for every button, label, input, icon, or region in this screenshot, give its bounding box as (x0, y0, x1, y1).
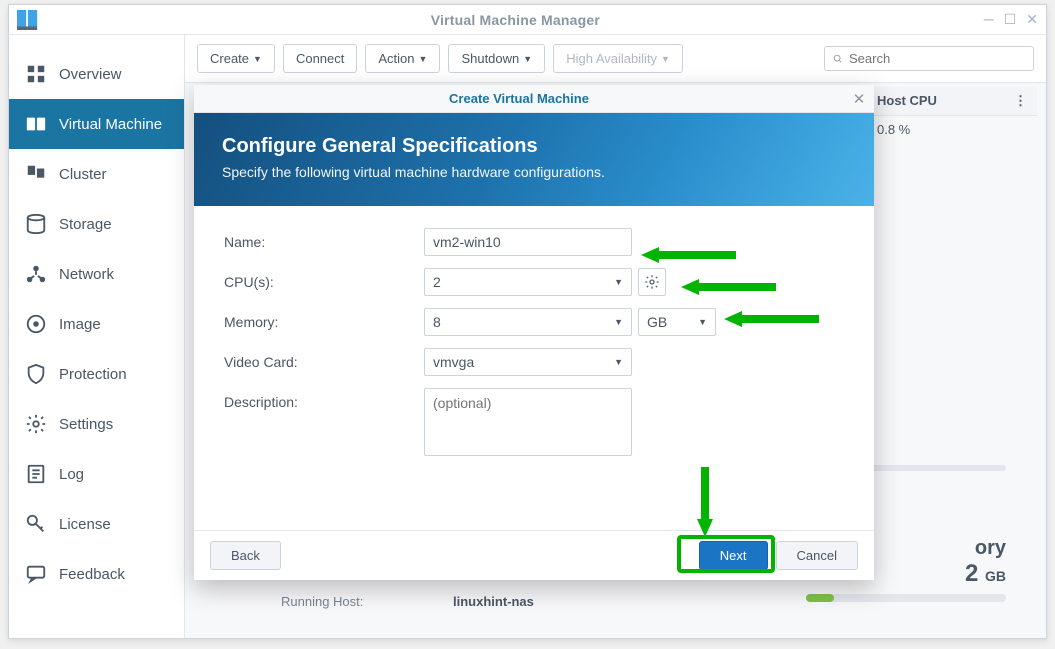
vm-icon (25, 113, 47, 135)
create-button[interactable]: Create▼ (197, 44, 275, 73)
sidebar-item-network[interactable]: Network (9, 249, 184, 299)
video-card-label: Video Card: (224, 348, 424, 370)
dashboard-icon (25, 63, 47, 85)
chevron-down-icon: ▼ (614, 357, 623, 367)
gear-icon (25, 413, 47, 435)
sidebar-item-image[interactable]: Image (9, 299, 184, 349)
memory-value: 2 (965, 560, 978, 587)
cpu-settings-button[interactable] (638, 268, 666, 296)
action-button[interactable]: Action▼ (365, 44, 440, 73)
sidebar-item-label: Log (59, 466, 84, 483)
back-button[interactable]: Back (210, 541, 281, 570)
chevron-down-icon: ▼ (614, 277, 623, 287)
video-card-select[interactable]: vmvga▼ (424, 348, 632, 376)
shield-icon (25, 363, 47, 385)
app-icon (17, 10, 39, 30)
gear-icon (644, 274, 660, 290)
log-icon (25, 463, 47, 485)
column-header-host-cpu: Host CPU (877, 93, 937, 109)
toolbar: Create▼ Connect Action▼ Shutdown▼ High A… (185, 35, 1046, 83)
create-vm-modal: Create Virtual Machine ✕ Configure Gener… (194, 85, 874, 580)
connect-button[interactable]: Connect (283, 44, 357, 73)
sidebar-item-overview[interactable]: Overview (9, 49, 184, 99)
memory-label: Memory: (224, 308, 424, 330)
memory-usage-bar (806, 594, 1006, 602)
sidebar-item-cluster[interactable]: Cluster (9, 149, 184, 199)
high-availability-button[interactable]: High Availability▼ (553, 44, 683, 73)
sidebar-item-label: Virtual Machine (59, 116, 162, 133)
name-label: Name: (224, 228, 424, 250)
modal-heading: Configure General Specifications (222, 135, 846, 158)
sidebar-item-label: License (59, 516, 111, 533)
sidebar-item-label: Overview (59, 66, 122, 83)
sidebar-item-license[interactable]: License (9, 499, 184, 549)
search-icon (833, 52, 843, 66)
memory-unit: GB (985, 568, 1006, 584)
cancel-button[interactable]: Cancel (776, 541, 858, 570)
sidebar-item-log[interactable]: Log (9, 449, 184, 499)
cluster-icon (25, 163, 47, 185)
chevron-down-icon: ▼ (523, 54, 532, 64)
window-close-button[interactable]: ✕ (1026, 11, 1038, 28)
sidebar-item-virtual-machine[interactable]: Virtual Machine (9, 99, 184, 149)
window-title: Virtual Machine Manager (47, 12, 984, 28)
titlebar: Virtual Machine Manager ─ ☐ ✕ (9, 5, 1046, 35)
chevron-down-icon: ▼ (661, 54, 670, 64)
shutdown-button[interactable]: Shutdown▼ (448, 44, 545, 73)
sidebar-item-label: Protection (59, 366, 127, 383)
modal-close-button[interactable]: ✕ (844, 90, 874, 108)
search-input[interactable] (849, 51, 1025, 66)
key-icon (25, 513, 47, 535)
image-icon (25, 313, 47, 335)
modal-footer: Back Next Cancel (194, 530, 874, 580)
storage-icon (25, 213, 47, 235)
sidebar-item-label: Storage (59, 216, 112, 233)
sidebar-item-label: Settings (59, 416, 113, 433)
modal-banner: Configure General Specifications Specify… (194, 113, 874, 206)
sidebar: Overview Virtual Machine Cluster Storage… (9, 35, 185, 638)
chevron-down-icon: ▼ (698, 317, 707, 327)
sidebar-item-label: Feedback (59, 566, 125, 583)
description-textarea[interactable] (424, 388, 632, 456)
cpu-select[interactable]: 2▼ (424, 268, 632, 296)
sidebar-item-label: Image (59, 316, 101, 333)
chevron-down-icon: ▼ (614, 317, 623, 327)
modal-body: Name: CPU(s): 2▼ Memory: 8▼ GB▼ Video Ca… (194, 206, 874, 530)
memory-unit-select[interactable]: GB▼ (638, 308, 716, 336)
sidebar-item-label: Network (59, 266, 114, 283)
sidebar-item-storage[interactable]: Storage (9, 199, 184, 249)
name-input[interactable] (424, 228, 632, 256)
host-cpu-value: 0.8 % (867, 116, 1037, 143)
feedback-icon (25, 563, 47, 585)
modal-titlebar: Create Virtual Machine ✕ (194, 85, 874, 113)
search-box[interactable] (824, 46, 1034, 71)
window-maximize-button[interactable]: ☐ (1004, 11, 1017, 28)
sidebar-item-feedback[interactable]: Feedback (9, 549, 184, 599)
next-button[interactable]: Next (699, 541, 768, 570)
description-label: Description: (224, 388, 424, 410)
chevron-down-icon: ▼ (419, 54, 428, 64)
modal-subheading: Specify the following virtual machine ha… (222, 164, 846, 180)
app-window: Virtual Machine Manager ─ ☐ ✕ Overview V… (8, 4, 1047, 639)
sidebar-item-label: Cluster (59, 166, 107, 183)
cpu-label: CPU(s): (224, 268, 424, 290)
memory-select[interactable]: 8▼ (424, 308, 632, 336)
sidebar-item-settings[interactable]: Settings (9, 399, 184, 449)
column-menu-icon[interactable]: ⋮ (1014, 93, 1027, 109)
modal-title: Create Virtual Machine (194, 91, 844, 106)
host-cpu-column: Host CPU ⋮ 0.8 % (867, 87, 1037, 143)
sidebar-item-protection[interactable]: Protection (9, 349, 184, 399)
window-minimize-button[interactable]: ─ (984, 11, 994, 28)
chevron-down-icon: ▼ (253, 54, 262, 64)
network-icon (25, 263, 47, 285)
running-host-value: linuxhint-nas (453, 594, 534, 609)
running-host-label: Running Host: (281, 594, 453, 609)
